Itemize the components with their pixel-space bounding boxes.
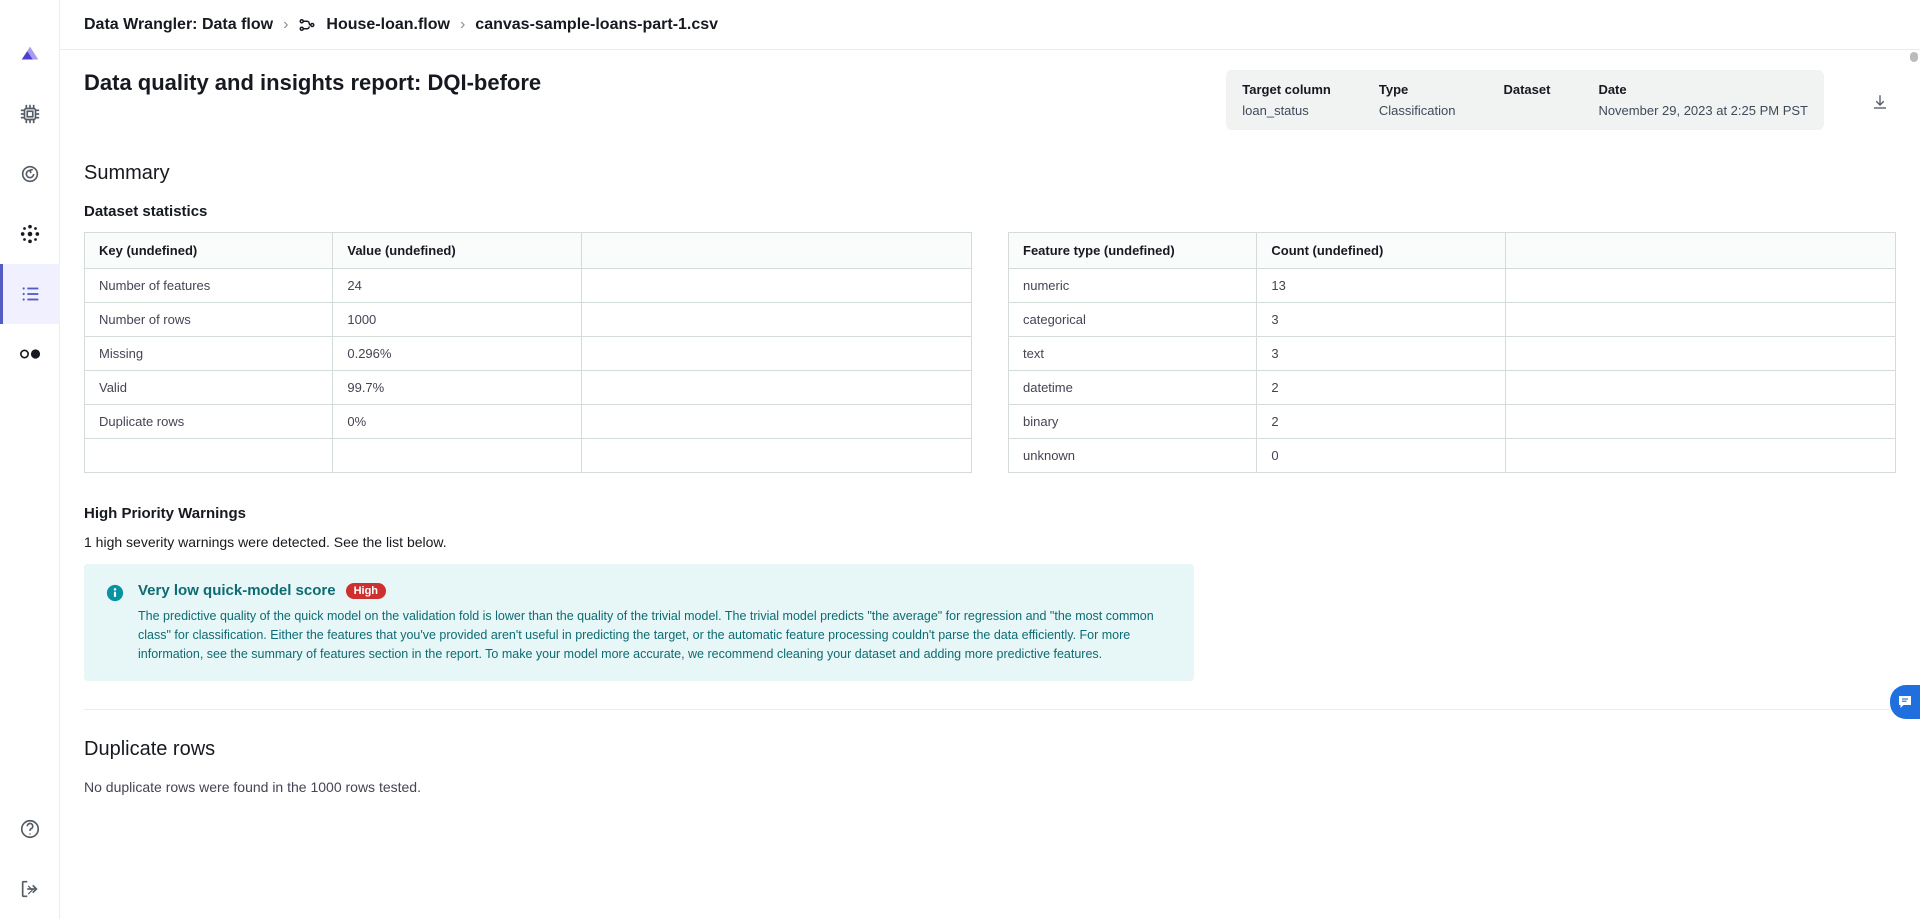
alert-title: Very low quick-model score xyxy=(138,582,336,599)
meta-type-value: Classification xyxy=(1379,103,1456,118)
nav-toggle-icon[interactable] xyxy=(0,324,60,384)
page-title: Data quality and insights report: DQI-be… xyxy=(84,70,1202,96)
severity-badge: High xyxy=(346,583,386,599)
chat-button[interactable] xyxy=(1890,685,1920,719)
table-row: datetime2 xyxy=(1009,371,1896,405)
report-metadata: Target column loan_status Type Classific… xyxy=(1226,70,1824,130)
table-row: numeric13 xyxy=(1009,269,1896,303)
meta-type-label: Type xyxy=(1379,82,1456,97)
nav-chip-icon[interactable] xyxy=(0,84,60,144)
meta-dataset-label: Dataset xyxy=(1503,82,1550,97)
info-icon xyxy=(106,584,124,602)
table-row: Number of features24 xyxy=(85,269,972,303)
table-row: binary2 xyxy=(1009,405,1896,439)
table-row: unknown0 xyxy=(1009,439,1896,473)
section-divider xyxy=(84,709,1896,710)
duplicate-heading: Duplicate rows xyxy=(84,738,1896,761)
meta-target-value: loan_status xyxy=(1242,103,1331,118)
sidebar-nav xyxy=(0,0,60,919)
warnings-heading: High Priority Warnings xyxy=(84,505,1896,522)
flow-icon xyxy=(298,16,316,34)
feature-col-count: Count (undefined) xyxy=(1257,233,1505,269)
summary-heading: Summary xyxy=(84,162,1896,185)
table-row: text3 xyxy=(1009,337,1896,371)
download-button[interactable] xyxy=(1864,86,1896,118)
nav-expand-icon[interactable] xyxy=(0,883,60,897)
dataset-stats-heading: Dataset statistics xyxy=(84,203,1896,220)
alert-description: The predictive quality of the quick mode… xyxy=(138,607,1172,663)
duplicate-text: No duplicate rows were found in the 1000… xyxy=(84,779,1896,795)
table-row: Duplicate rows0% xyxy=(85,405,972,439)
breadcrumb-separator: › xyxy=(460,16,465,34)
nav-network-icon[interactable] xyxy=(0,204,60,264)
stats-table: Key (undefined) Value (undefined) Number… xyxy=(84,232,972,473)
breadcrumb: Data Wrangler: Data flow › House-loan.fl… xyxy=(60,0,1920,50)
nav-logo[interactable] xyxy=(0,24,60,84)
meta-date-label: Date xyxy=(1598,82,1808,97)
breadcrumb-root[interactable]: Data Wrangler: Data flow xyxy=(84,16,273,34)
breadcrumb-separator: › xyxy=(283,16,288,34)
nav-list-icon[interactable] xyxy=(0,264,60,324)
feature-col-type: Feature type (undefined) xyxy=(1009,233,1257,269)
table-row: Number of rows1000 xyxy=(85,303,972,337)
feature-type-table: Feature type (undefined) Count (undefine… xyxy=(1008,232,1896,473)
warning-alert: Very low quick-model score High The pred… xyxy=(84,564,1194,681)
stats-col-value: Value (undefined) xyxy=(333,233,581,269)
table-row: Missing0.296% xyxy=(85,337,972,371)
breadcrumb-flow[interactable]: House-loan.flow xyxy=(326,16,450,34)
warnings-text: 1 high severity warnings were detected. … xyxy=(84,534,1896,550)
nav-refresh-icon[interactable] xyxy=(0,144,60,204)
meta-target-label: Target column xyxy=(1242,82,1331,97)
meta-date-value: November 29, 2023 at 2:25 PM PST xyxy=(1598,103,1808,118)
stats-col-key: Key (undefined) xyxy=(85,233,333,269)
table-row xyxy=(85,439,972,473)
table-row: Valid99.7% xyxy=(85,371,972,405)
table-row: categorical3 xyxy=(1009,303,1896,337)
breadcrumb-file[interactable]: canvas-sample-loans-part-1.csv xyxy=(475,16,718,34)
nav-help-icon[interactable] xyxy=(0,799,60,859)
